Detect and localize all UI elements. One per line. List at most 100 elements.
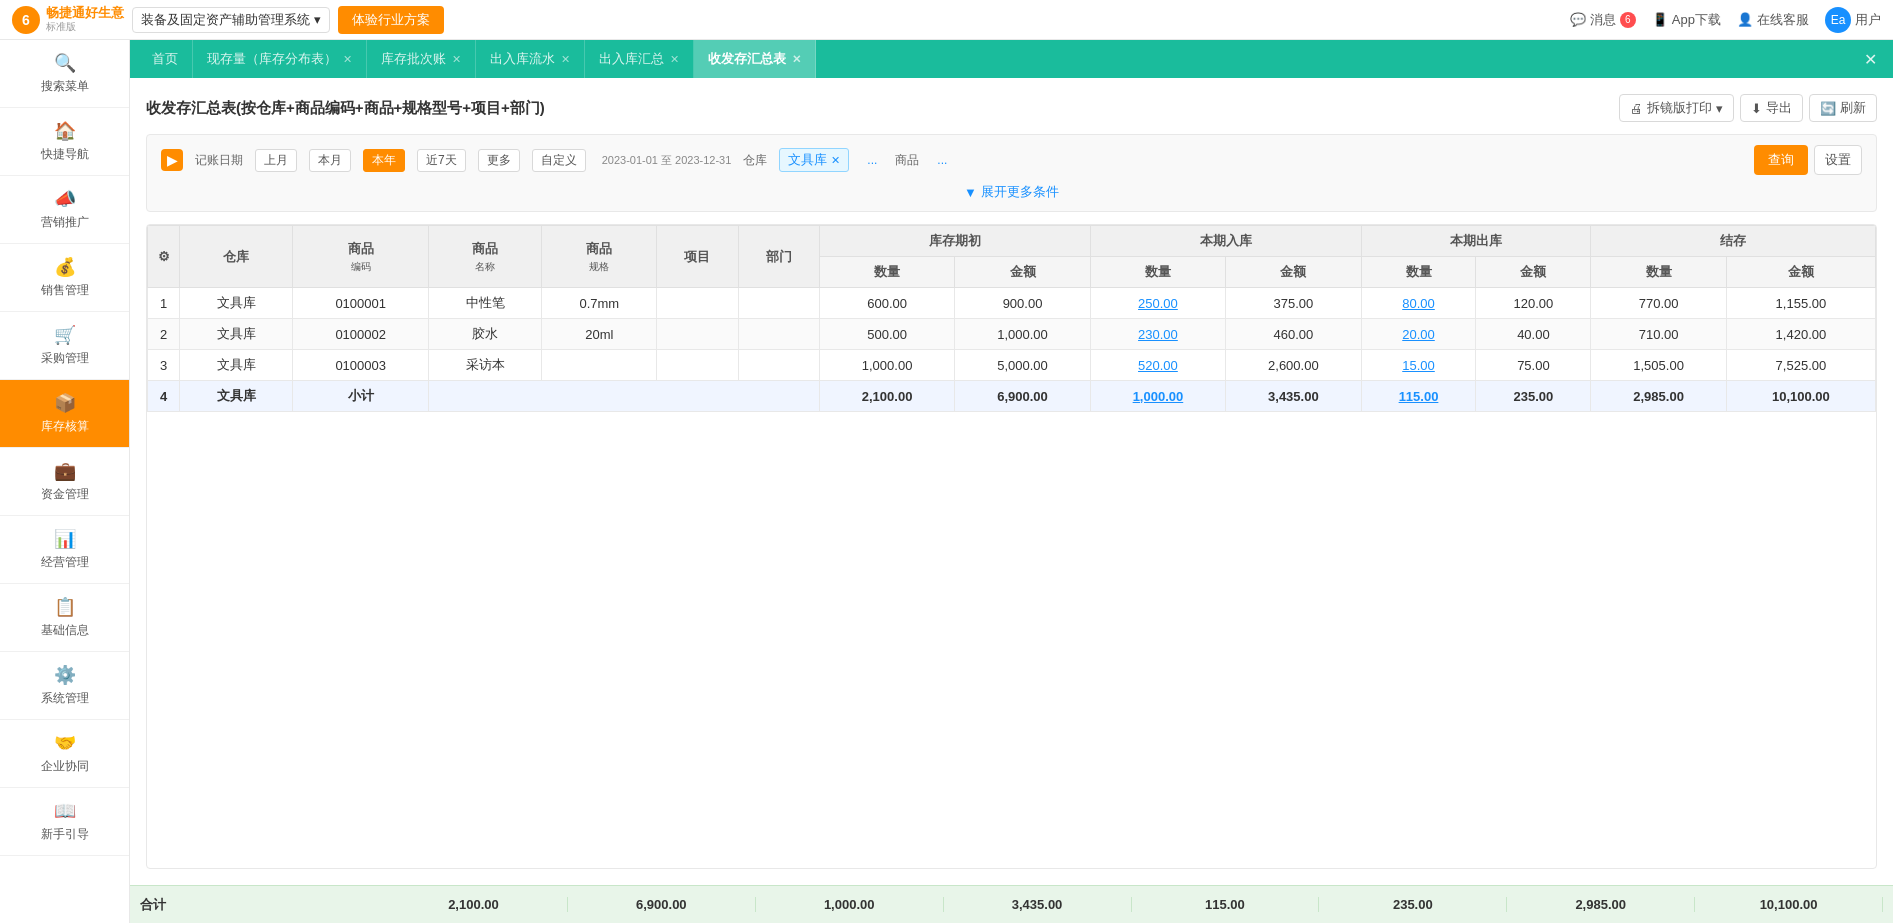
close-all-tabs[interactable]: ✕ [1856, 50, 1885, 69]
row2-warehouse: 文具库 [180, 319, 293, 350]
message-icon: 💬 [1570, 12, 1586, 27]
date-btn-custom[interactable]: 自定义 [532, 149, 586, 172]
goods-name-header: 商品名称 [428, 226, 541, 288]
sidebar-item-finance[interactable]: 💼 资金管理 [0, 448, 129, 516]
goods-filter-label: 商品 [895, 152, 919, 169]
sidebar-label-finance: 资金管理 [41, 486, 89, 503]
sidebar-item-system[interactable]: ⚙️ 系统管理 [0, 652, 129, 720]
query-btn[interactable]: 查询 [1754, 145, 1808, 175]
online-service-action[interactable]: 👤 在线客服 [1737, 11, 1809, 29]
tab-stock-dist[interactable]: 现存量（库存分布表） ✕ [193, 40, 367, 78]
row3-warehouse: 文具库 [180, 350, 293, 381]
table-header-row-1: ⚙ 仓库 商品编码 商品名称 商品规格 项目 部门 库存期初 本期入库 本期出库… [148, 226, 1876, 257]
warehouse-header: 仓库 [180, 226, 293, 288]
main-layout: 🔍 搜索菜单 🏠 快捷导航 📣 营销推广 💰 销售管理 🛒 采购管理 📦 库存核… [0, 40, 1893, 923]
gear-header[interactable]: ⚙ [148, 226, 180, 288]
tab-home[interactable]: 首页 [138, 40, 193, 78]
date-btn-this-year[interactable]: 本年 [363, 149, 405, 172]
goods-more-btn[interactable]: ... [931, 153, 953, 167]
dropdown-print-icon: ▾ [1716, 101, 1723, 116]
refresh-btn[interactable]: 🔄 刷新 [1809, 94, 1877, 122]
tab-inout-flow-label: 出入库流水 [490, 50, 555, 68]
print-icon: 🖨 [1630, 101, 1643, 116]
row2-bal-qty: 710.00 [1591, 319, 1726, 350]
out-amt-header: 金额 [1476, 257, 1591, 288]
logo-title: 畅捷通好生意 [46, 5, 124, 21]
industry-btn[interactable]: 体验行业方案 [338, 6, 444, 34]
tab-inout-flow[interactable]: 出入库流水 ✕ [476, 40, 585, 78]
warehouse-more-btn[interactable]: ... [861, 153, 883, 167]
content-area: 首页 现存量（库存分布表） ✕ 库存批次账 ✕ 出入库流水 ✕ 出入库汇总 ✕ … [130, 40, 1893, 923]
export-btn[interactable]: ⬇ 导出 [1740, 94, 1803, 122]
user-action[interactable]: Ea 用户 [1825, 7, 1881, 33]
message-badge: 6 [1620, 12, 1636, 28]
sidebar-item-guide[interactable]: 📖 新手引导 [0, 788, 129, 856]
date-btn-last-month[interactable]: 上月 [255, 149, 297, 172]
sidebar-item-cooperation[interactable]: 🤝 企业协同 [0, 720, 129, 788]
print-btn[interactable]: 🖨 拆镜版打印 ▾ [1619, 94, 1734, 122]
tab-stock-dist-close[interactable]: ✕ [343, 53, 352, 66]
sidebar-item-basic[interactable]: 📋 基础信息 [0, 584, 129, 652]
date-btn-more[interactable]: 更多 [478, 149, 520, 172]
sidebar-item-inventory[interactable]: 📦 库存核算 [0, 380, 129, 448]
row1-out-amt: 120.00 [1476, 288, 1591, 319]
sidebar-item-search[interactable]: 🔍 搜索菜单 [0, 40, 129, 108]
sidebar-item-quick-nav[interactable]: 🏠 快捷导航 [0, 108, 129, 176]
in-qty-header: 数量 [1090, 257, 1225, 288]
message-action[interactable]: 💬 消息 6 [1570, 11, 1636, 29]
operation-icon: 📊 [54, 528, 76, 550]
sidebar-label-sales: 销售管理 [41, 282, 89, 299]
setting-btn[interactable]: 设置 [1814, 145, 1862, 175]
subtotal-bal-amt: 10,100.00 [1726, 381, 1875, 412]
date-filter-label: 记账日期 [195, 152, 243, 169]
sidebar-item-sales[interactable]: 💰 销售管理 [0, 244, 129, 312]
tab-receive-summary[interactable]: 收发存汇总表 ✕ [694, 40, 816, 78]
row3-spec [542, 350, 657, 381]
tab-batch[interactable]: 库存批次账 ✕ [367, 40, 476, 78]
tab-receive-summary-label: 收发存汇总表 [708, 50, 786, 68]
row1-open-amt: 900.00 [955, 288, 1090, 319]
expand-conditions-btn[interactable]: ▼ 展开更多条件 [964, 183, 1059, 201]
sidebar-item-purchase[interactable]: 🛒 采购管理 [0, 312, 129, 380]
purchase-icon: 🛒 [54, 324, 76, 346]
row2-name: 胶水 [428, 319, 541, 350]
row3-out-qty[interactable]: 15.00 [1361, 350, 1476, 381]
row1-bal-amt: 1,155.00 [1726, 288, 1875, 319]
tab-inout-summary[interactable]: 出入库汇总 ✕ [585, 40, 694, 78]
goods-code-header: 商品编码 [293, 226, 428, 288]
filter-toggle-btn[interactable]: ▶ [161, 149, 183, 171]
row1-dept [738, 288, 819, 319]
total-open-amt: 6,900.00 [568, 897, 756, 912]
row3-open-amt: 5,000.00 [955, 350, 1090, 381]
tab-inout-flow-close[interactable]: ✕ [561, 53, 570, 66]
logo-sub: 标准版 [46, 20, 124, 34]
row3-open-qty: 1,000.00 [819, 350, 954, 381]
date-btn-7days[interactable]: 近7天 [417, 149, 466, 172]
row1-out-qty[interactable]: 80.00 [1361, 288, 1476, 319]
tab-inout-summary-close[interactable]: ✕ [670, 53, 679, 66]
table-row: 2 文具库 0100002 胶水 20ml 500.00 1,000.00 23… [148, 319, 1876, 350]
system-icon: ⚙️ [54, 664, 76, 686]
home-icon: 🏠 [54, 120, 76, 142]
sidebar-item-marketing[interactable]: 📣 营销推广 [0, 176, 129, 244]
warehouse-tag-close[interactable]: ✕ [831, 154, 840, 167]
warehouse-tag: 文具库 ✕ [779, 148, 849, 172]
row2-in-qty[interactable]: 230.00 [1090, 319, 1225, 350]
subtotal-out-qty: 115.00 [1361, 381, 1476, 412]
tab-receive-summary-close[interactable]: ✕ [792, 53, 801, 66]
logo-area: 6 畅捷通好生意 标准版 [12, 5, 124, 35]
subtotal-no: 4 [148, 381, 180, 412]
date-btn-this-month[interactable]: 本月 [309, 149, 351, 172]
tab-batch-close[interactable]: ✕ [452, 53, 461, 66]
row2-out-qty[interactable]: 20.00 [1361, 319, 1476, 350]
subtotal-warehouse: 文具库 [180, 381, 293, 412]
row1-in-qty[interactable]: 250.00 [1090, 288, 1225, 319]
app-download-action[interactable]: 📱 App下载 [1652, 11, 1721, 29]
row3-in-qty[interactable]: 520.00 [1090, 350, 1225, 381]
cooperation-icon: 🤝 [54, 732, 76, 754]
system-title[interactable]: 装备及固定资产辅助管理系统 ▾ [132, 7, 330, 33]
warehouse-tag-text: 文具库 [788, 151, 827, 169]
row3-bal-qty: 1,505.00 [1591, 350, 1726, 381]
row3-out-amt: 75.00 [1476, 350, 1591, 381]
sidebar-item-operation[interactable]: 📊 经营管理 [0, 516, 129, 584]
